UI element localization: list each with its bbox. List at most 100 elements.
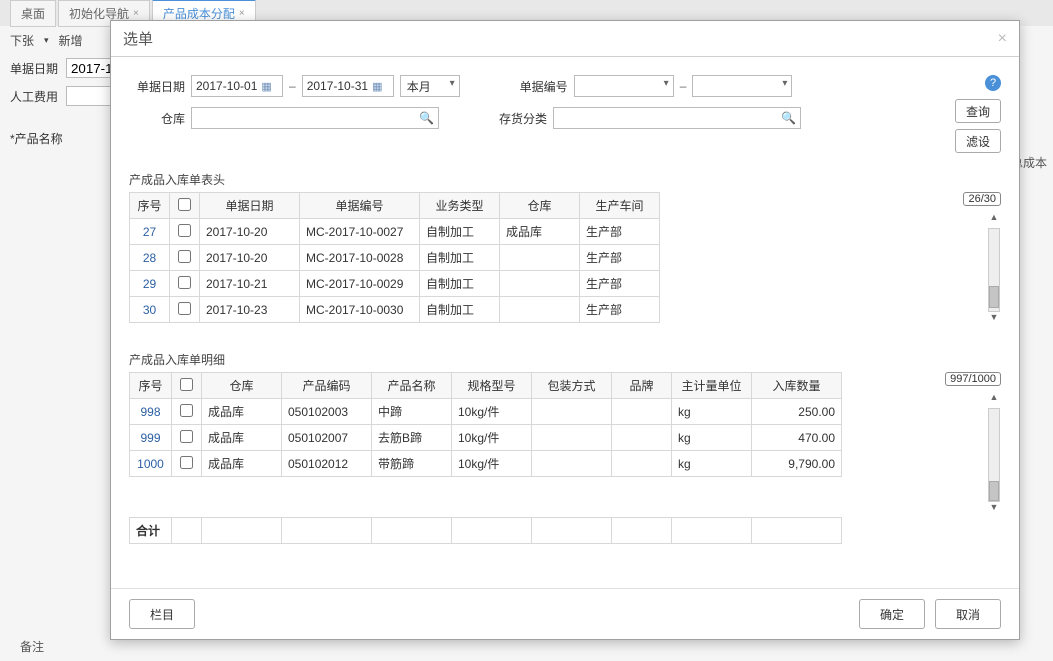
- select-all-checkbox[interactable]: [178, 198, 191, 211]
- scroll-up-icon[interactable]: ▲: [990, 212, 999, 222]
- search-icon[interactable]: 🔍: [781, 111, 796, 125]
- total-cell: [532, 518, 612, 544]
- total-cell: [172, 518, 202, 544]
- scroll-thumb[interactable]: [989, 481, 999, 501]
- total-cell: [612, 518, 672, 544]
- row-checkbox[interactable]: [178, 224, 191, 237]
- row-checkbox[interactable]: [180, 404, 193, 417]
- col-header: [170, 193, 200, 219]
- bill-no-to[interactable]: [692, 75, 792, 97]
- date-range-select[interactable]: 本月: [400, 75, 460, 97]
- row-checkbox[interactable]: [180, 456, 193, 469]
- table-row[interactable]: 302017-10-23MC-2017-10-0030自制加工生产部: [130, 297, 660, 323]
- col-header: 单据编号: [300, 193, 420, 219]
- col-header: 品牌: [612, 373, 672, 399]
- filter-right: ? 查询 滤设: [955, 75, 1001, 153]
- col-header: [172, 373, 202, 399]
- row-index: 30: [130, 297, 170, 323]
- cancel-button[interactable]: 取消: [935, 599, 1001, 629]
- row-index: 29: [130, 271, 170, 297]
- scroll-thumb[interactable]: [989, 286, 999, 308]
- col-header: 产品编码: [282, 373, 372, 399]
- row-checkbox[interactable]: [178, 250, 191, 263]
- col-header: 规格型号: [452, 373, 532, 399]
- labor-input[interactable]: [66, 86, 116, 106]
- range-dash: –: [680, 79, 687, 93]
- date-to-input[interactable]: 2017-10-31▦: [302, 75, 394, 97]
- row-index: 1000: [130, 451, 172, 477]
- col-header: 主计量单位: [672, 373, 752, 399]
- total-cell: [672, 518, 752, 544]
- calendar-icon[interactable]: ▦: [372, 80, 382, 93]
- detail-table: 序号仓库产品编码产品名称规格型号包装方式品牌主计量单位入库数量 998成品库05…: [129, 372, 842, 477]
- tab-label: 初始化导航: [69, 5, 129, 22]
- calendar-icon[interactable]: ▦: [261, 80, 271, 93]
- filter-button[interactable]: 滤设: [955, 129, 1001, 153]
- scroll-down-icon[interactable]: ▼: [990, 312, 999, 322]
- lbl-stock-cat: 存货分类: [491, 110, 547, 127]
- scroll-up-icon[interactable]: ▲: [990, 392, 999, 402]
- col-header: 仓库: [500, 193, 580, 219]
- lbl-bill-date: 单据日期: [10, 60, 58, 77]
- col-header: 单据日期: [200, 193, 300, 219]
- total-cell: [372, 518, 452, 544]
- col-header: 生产车间: [580, 193, 660, 219]
- total-row: 合计: [129, 517, 842, 544]
- table-row[interactable]: 282017-10-20MC-2017-10-0028自制加工生产部: [130, 245, 660, 271]
- row-counter: 997/1000: [945, 372, 1001, 386]
- date-from-input[interactable]: 2017-10-01▦: [191, 75, 283, 97]
- dialog-title: 选单: [123, 28, 153, 49]
- stock-category-lookup[interactable]: 🔍: [553, 107, 801, 129]
- lbl-warehouse: 仓库: [129, 110, 185, 127]
- close-icon[interactable]: ×: [998, 30, 1007, 48]
- table-row[interactable]: 999成品库050102007去筋B蹄10kg/件kg470.00: [130, 425, 842, 451]
- help-icon[interactable]: ?: [985, 75, 1001, 91]
- lbl-bill-no: 单据编号: [512, 78, 568, 95]
- toolbar-new[interactable]: 新增: [59, 32, 83, 49]
- select-all-checkbox[interactable]: [180, 378, 193, 391]
- scroll-down-icon[interactable]: ▼: [990, 502, 999, 512]
- columns-button[interactable]: 栏目: [129, 599, 195, 629]
- col-header: 业务类型: [420, 193, 500, 219]
- lbl-labor: 人工费用: [10, 88, 58, 105]
- scrollbar[interactable]: [988, 228, 1000, 312]
- table-row[interactable]: 998成品库050102003中蹄10kg/件kg250.00: [130, 399, 842, 425]
- section-title: 产成品入库单表头: [129, 171, 1001, 188]
- toolbar-next[interactable]: 下张: [10, 32, 34, 49]
- dialog-header: 选单 ×: [111, 21, 1019, 57]
- warehouse-lookup[interactable]: 🔍: [191, 107, 439, 129]
- lbl-bill-date: 单据日期: [129, 78, 185, 95]
- bill-date-input[interactable]: [66, 58, 116, 78]
- tab-label: 桌面: [21, 5, 45, 22]
- row-checkbox[interactable]: [178, 276, 191, 289]
- close-icon[interactable]: ×: [239, 8, 245, 19]
- query-button[interactable]: 查询: [955, 99, 1001, 123]
- scrollbar[interactable]: [988, 408, 1000, 502]
- bill-no-from[interactable]: [574, 75, 674, 97]
- table-row[interactable]: 292017-10-21MC-2017-10-0029自制加工生产部: [130, 271, 660, 297]
- table-row[interactable]: 272017-10-20MC-2017-10-0027自制加工成品库生产部: [130, 219, 660, 245]
- row-checkbox[interactable]: [180, 430, 193, 443]
- row-index: 999: [130, 425, 172, 451]
- detail-table-section: 产成品入库单明细 序号仓库产品编码产品名称规格型号包装方式品牌主计量单位入库数量…: [129, 351, 1001, 544]
- table-row[interactable]: 1000成品库050102012带筋蹄10kg/件kg9,790.00: [130, 451, 842, 477]
- section-title: 产成品入库单明细: [129, 351, 1001, 368]
- filter-area: 单据日期 2017-10-01▦ – 2017-10-31▦ 本月 单据编号 –…: [129, 75, 1001, 153]
- header-table: 序号单据日期单据编号业务类型仓库生产车间 272017-10-20MC-2017…: [129, 192, 660, 323]
- col-header: 仓库: [202, 373, 282, 399]
- col-header: 产品名称: [372, 373, 452, 399]
- select-bill-dialog: 选单 × 单据日期 2017-10-01▦ – 2017-10-31▦ 本月 单…: [110, 20, 1020, 640]
- search-icon[interactable]: 🔍: [419, 111, 434, 125]
- dialog-footer: 栏目 确定 取消: [111, 588, 1019, 639]
- tab-desktop[interactable]: 桌面: [10, 0, 56, 27]
- dropdown-icon[interactable]: ▾: [44, 35, 49, 46]
- row-index: 998: [130, 399, 172, 425]
- total-cell: [752, 518, 842, 544]
- filter-left: 单据日期 2017-10-01▦ – 2017-10-31▦ 本月 单据编号 –…: [129, 75, 801, 153]
- close-icon[interactable]: ×: [133, 8, 139, 19]
- ok-button[interactable]: 确定: [859, 599, 925, 629]
- row-index: 28: [130, 245, 170, 271]
- total-cell: [452, 518, 532, 544]
- col-header: 序号: [130, 373, 172, 399]
- row-checkbox[interactable]: [178, 302, 191, 315]
